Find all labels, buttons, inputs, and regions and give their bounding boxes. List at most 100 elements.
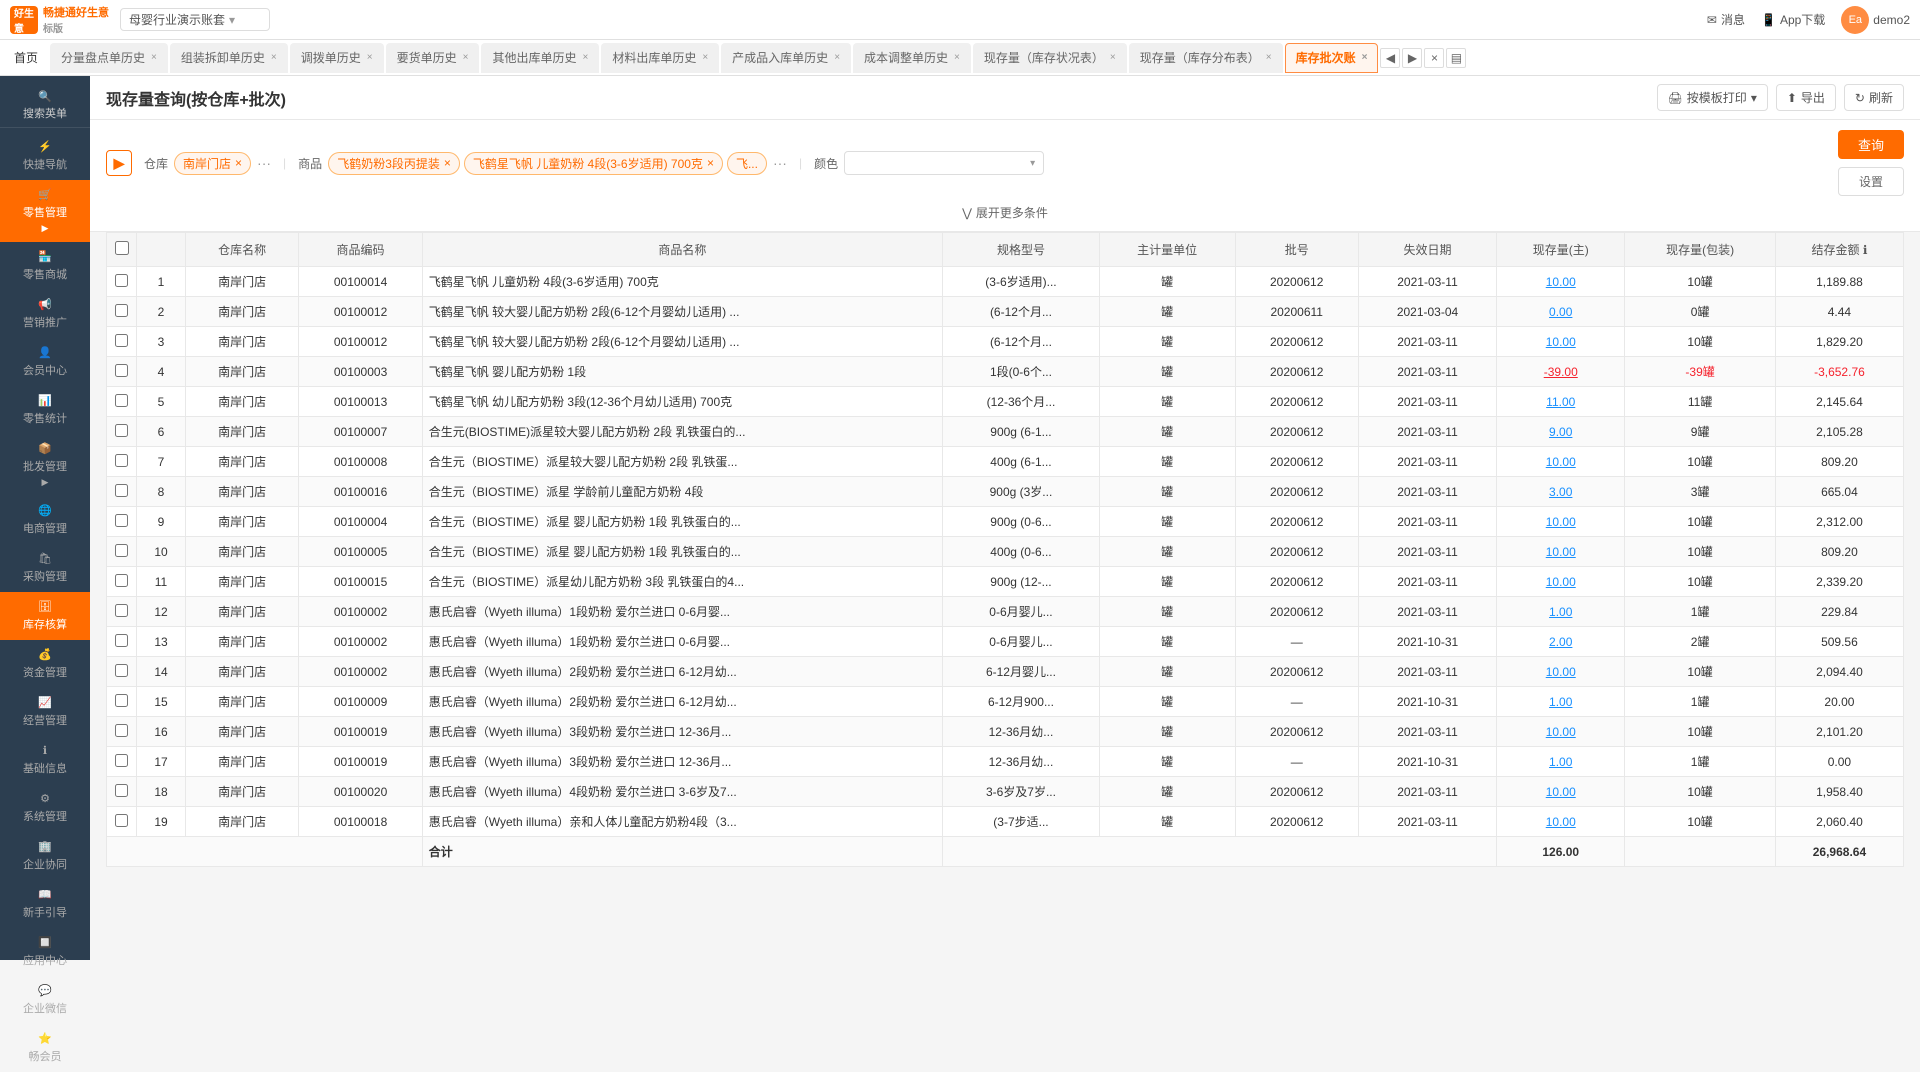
tab-cost-adjust-history[interactable]: 成本调整单历史 × bbox=[853, 43, 971, 73]
tab-other-out-history[interactable]: 其他出库单历史 × bbox=[481, 43, 599, 73]
setting-button[interactable]: 设置 bbox=[1838, 167, 1904, 196]
sidebar-item-system[interactable]: ⚙ 系统管理 bbox=[0, 784, 90, 832]
td-stock-main[interactable]: 0.00 bbox=[1497, 297, 1625, 327]
close-icon[interactable]: × bbox=[463, 52, 469, 63]
td-stock-main[interactable]: -39.00 bbox=[1497, 357, 1625, 387]
filter-more-btn[interactable]: ··· bbox=[257, 155, 271, 171]
sidebar-item-vip[interactable]: ⭐ 畅会员 bbox=[0, 1024, 90, 1072]
td-stock-main[interactable]: 10.00 bbox=[1497, 567, 1625, 597]
row-checkbox[interactable] bbox=[115, 334, 128, 347]
td-stock-main[interactable]: 1.00 bbox=[1497, 597, 1625, 627]
row-checkbox[interactable] bbox=[115, 664, 128, 677]
print-btn[interactable]: 🖨 按模板打印 ▾ bbox=[1657, 84, 1768, 111]
tab-prev-btn[interactable]: ◀ bbox=[1380, 48, 1400, 68]
row-checkbox[interactable] bbox=[115, 304, 128, 317]
sidebar-item-retail-mall[interactable]: 🏪 零售商城 bbox=[0, 242, 90, 290]
sidebar-item-quick-nav[interactable]: ⚡ 快捷导航 bbox=[0, 132, 90, 180]
td-stock-main[interactable]: 11.00 bbox=[1497, 387, 1625, 417]
query-button[interactable]: 查询 bbox=[1838, 130, 1904, 159]
td-stock-main[interactable]: 10.00 bbox=[1497, 537, 1625, 567]
row-checkbox[interactable] bbox=[115, 604, 128, 617]
close-icon[interactable]: × bbox=[271, 52, 277, 63]
sidebar-item-finance[interactable]: 💰 资金管理 bbox=[0, 640, 90, 688]
sidebar-item-wechat[interactable]: 💬 企业微信 bbox=[0, 976, 90, 1024]
tab-product-in-history[interactable]: 产成品入库单历史 × bbox=[721, 43, 851, 73]
product-filter-more-btn[interactable]: ··· bbox=[773, 155, 787, 171]
sidebar-item-marketing[interactable]: 📢 营销推广 bbox=[0, 290, 90, 338]
sidebar-item-ecommerce[interactable]: 🌐 电商管理 bbox=[0, 496, 90, 544]
sidebar-item-member[interactable]: 👤 会员中心 bbox=[0, 338, 90, 386]
user-info[interactable]: Ea demo2 bbox=[1841, 6, 1910, 34]
close-icon[interactable]: × bbox=[707, 156, 714, 170]
export-btn[interactable]: ⬆ 导出 bbox=[1776, 84, 1836, 111]
tab-current-stock-dist[interactable]: 现存量（库存分布表） × bbox=[1129, 43, 1283, 73]
td-stock-main[interactable]: 10.00 bbox=[1497, 327, 1625, 357]
message-btn[interactable]: ✉ 消息 bbox=[1707, 11, 1745, 28]
close-icon[interactable]: × bbox=[702, 52, 708, 63]
tab-split-history[interactable]: 分量盘点单历史 × bbox=[50, 43, 168, 73]
tab-batch-account[interactable]: 库存批次账 × bbox=[1285, 43, 1379, 73]
td-stock-main[interactable]: 1.00 bbox=[1497, 747, 1625, 777]
td-stock-main[interactable]: 10.00 bbox=[1497, 657, 1625, 687]
close-icon[interactable]: × bbox=[444, 156, 451, 170]
sidebar-item-retail-stats[interactable]: 📊 零售统计 bbox=[0, 386, 90, 434]
tab-unpack-history[interactable]: 组装拆卸单历史 × bbox=[170, 43, 288, 73]
sidebar-search[interactable]: 🔍 搜索英单 bbox=[0, 84, 90, 128]
row-checkbox[interactable] bbox=[115, 754, 128, 767]
close-icon[interactable]: × bbox=[954, 52, 960, 63]
td-stock-main[interactable]: 9.00 bbox=[1497, 417, 1625, 447]
tab-home[interactable]: 首页 bbox=[4, 43, 48, 73]
close-icon[interactable]: × bbox=[834, 52, 840, 63]
tab-close-all-btn[interactable]: × bbox=[1424, 48, 1444, 68]
sidebar-item-apps[interactable]: 🔲 应用中心 bbox=[0, 928, 90, 976]
row-checkbox[interactable] bbox=[115, 814, 128, 827]
row-checkbox[interactable] bbox=[115, 394, 128, 407]
tab-material-out-history[interactable]: 材料出库单历史 × bbox=[601, 43, 719, 73]
sidebar-item-purchase[interactable]: 🛍 采购管理 bbox=[0, 544, 90, 592]
sidebar-item-guide[interactable]: 📖 新手引导 bbox=[0, 880, 90, 928]
row-checkbox[interactable] bbox=[115, 274, 128, 287]
app-download-btn[interactable]: 📱 App下载 bbox=[1761, 11, 1825, 28]
row-checkbox[interactable] bbox=[115, 424, 128, 437]
td-stock-main[interactable]: 10.00 bbox=[1497, 507, 1625, 537]
row-checkbox[interactable] bbox=[115, 784, 128, 797]
tab-menu-btn[interactable]: ▤ bbox=[1446, 48, 1466, 68]
refresh-btn[interactable]: ↻ 刷新 bbox=[1844, 84, 1904, 111]
expand-more-btn[interactable]: ⋁ 展开更多条件 bbox=[106, 204, 1904, 221]
color-input[interactable]: ▾ bbox=[844, 151, 1044, 175]
row-checkbox[interactable] bbox=[115, 544, 128, 557]
filter-expand-btn[interactable]: ▶ bbox=[106, 150, 132, 176]
td-stock-main[interactable]: 10.00 bbox=[1497, 777, 1625, 807]
tab-next-btn[interactable]: ▶ bbox=[1402, 48, 1422, 68]
sidebar-item-inventory[interactable]: 🗄 库存核算 bbox=[0, 592, 90, 640]
td-stock-main[interactable]: 10.00 bbox=[1497, 267, 1625, 297]
sidebar-item-enterprise[interactable]: 🏢 企业协同 bbox=[0, 832, 90, 880]
sidebar-item-basic[interactable]: ℹ 基础信息 bbox=[0, 736, 90, 784]
sidebar-item-wholesale[interactable]: 📦 批发管理 ▶ bbox=[0, 434, 90, 496]
close-icon[interactable]: × bbox=[235, 156, 242, 170]
sidebar-item-operations[interactable]: 📈 经营管理 bbox=[0, 688, 90, 736]
row-checkbox[interactable] bbox=[115, 484, 128, 497]
tab-mix-history[interactable]: 调拨单历史 × bbox=[290, 43, 384, 73]
row-checkbox[interactable] bbox=[115, 364, 128, 377]
tab-current-stock-status[interactable]: 现存量（库存状况表） × bbox=[973, 43, 1127, 73]
sidebar-item-retail[interactable]: 🛒 零售管理 ▶ bbox=[0, 180, 90, 242]
td-stock-main[interactable]: 3.00 bbox=[1497, 477, 1625, 507]
tab-require-history[interactable]: 要货单历史 × bbox=[386, 43, 480, 73]
row-checkbox[interactable] bbox=[115, 724, 128, 737]
row-checkbox[interactable] bbox=[115, 694, 128, 707]
workspace-selector[interactable]: 母婴行业演示账套 ▾ bbox=[120, 8, 270, 31]
close-icon[interactable]: × bbox=[367, 52, 373, 63]
td-stock-main[interactable]: 10.00 bbox=[1497, 447, 1625, 477]
row-checkbox[interactable] bbox=[115, 574, 128, 587]
td-stock-main[interactable]: 1.00 bbox=[1497, 687, 1625, 717]
td-stock-main[interactable]: 10.00 bbox=[1497, 807, 1625, 837]
row-checkbox[interactable] bbox=[115, 634, 128, 647]
select-all-checkbox[interactable] bbox=[115, 241, 129, 255]
close-icon[interactable]: × bbox=[1362, 52, 1368, 63]
td-stock-main[interactable]: 2.00 bbox=[1497, 627, 1625, 657]
row-checkbox[interactable] bbox=[115, 454, 128, 467]
row-checkbox[interactable] bbox=[115, 514, 128, 527]
close-icon[interactable]: × bbox=[1110, 52, 1116, 63]
close-icon[interactable]: × bbox=[582, 52, 588, 63]
